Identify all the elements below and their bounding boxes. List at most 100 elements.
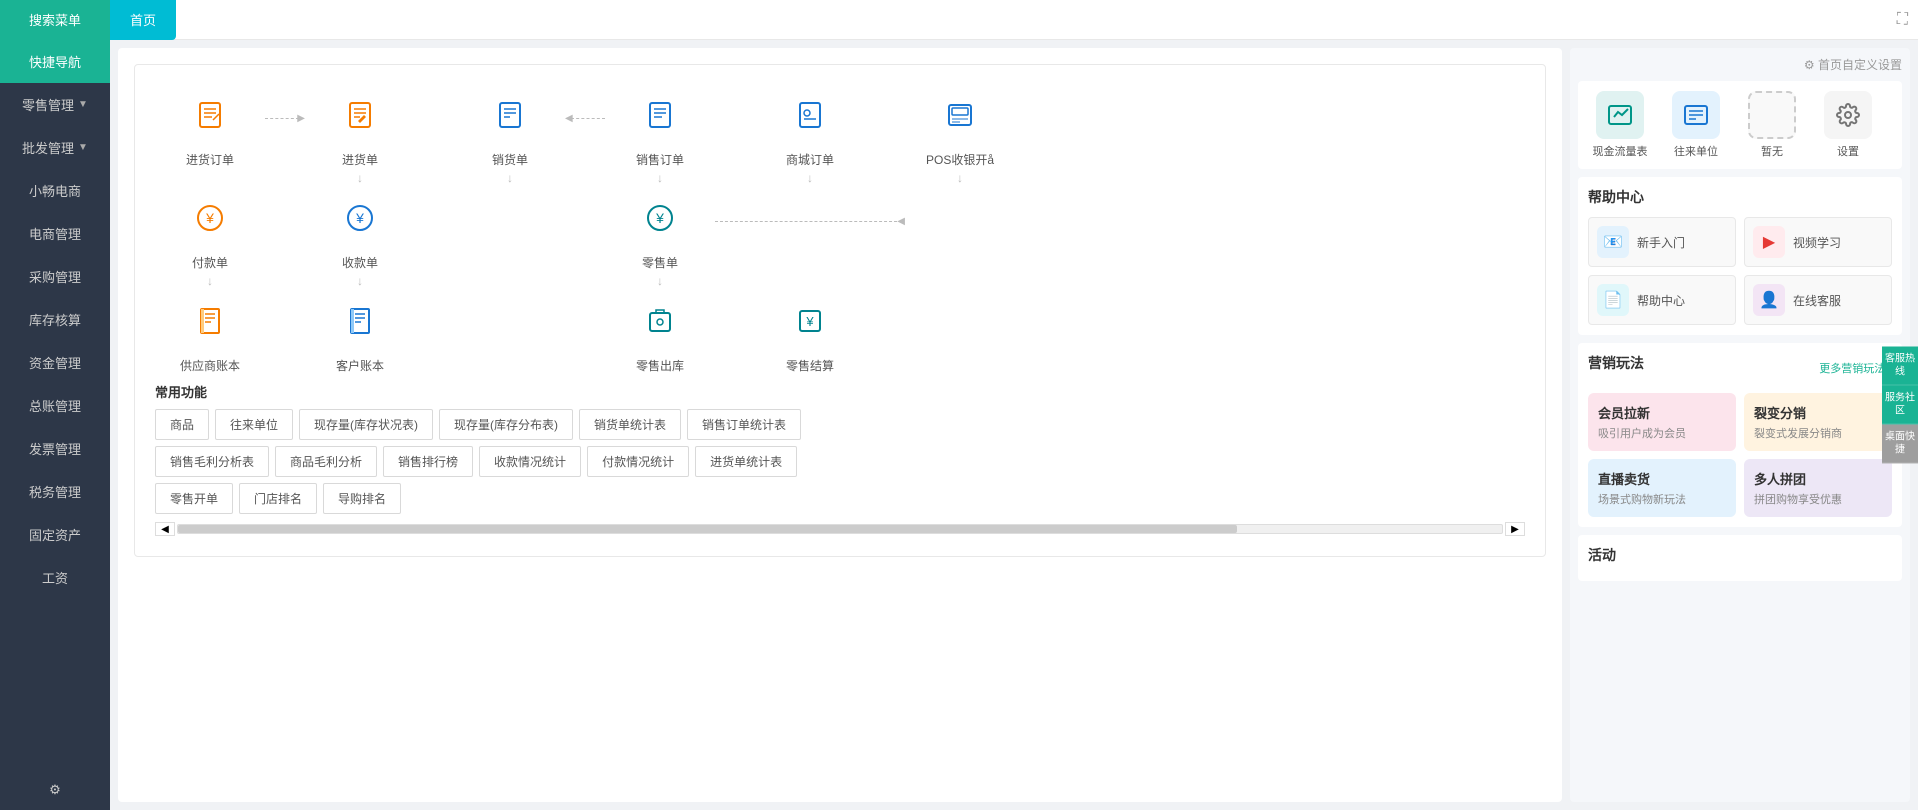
qa-none[interactable]: 暂无 (1740, 91, 1804, 159)
sidebar-item-retail[interactable]: 零售管理 ▼ (0, 83, 110, 126)
help-icon-icon: 📄 (1597, 284, 1629, 316)
sidebar-item-ecommerce-small[interactable]: 小畅电商 (0, 169, 110, 212)
qa-cashflow[interactable]: 现金流量表 (1588, 91, 1652, 159)
func-btn-purchase-stats[interactable]: 进货单统计表 (695, 446, 797, 477)
func-btn-retail-order[interactable]: 零售开单 (155, 483, 233, 514)
func-btn-sales-profit[interactable]: 销售毛利分析表 (155, 446, 269, 477)
quick-access-section: 现金流量表 往来单位 暂无 (1578, 81, 1902, 169)
online-label: 在线客服 (1793, 292, 1841, 309)
func-btn-sales-order-stats[interactable]: 销售订单统计表 (687, 409, 801, 440)
func-btn-inventory-status[interactable]: 现存量(库存状况表) (299, 409, 433, 440)
retail-out-label: 零售出库 (636, 357, 684, 374)
sidebar-item-invoice[interactable]: 发票管理 (0, 427, 110, 470)
mall-order-label: 商城订单 (786, 151, 834, 168)
flow-node-mall-order[interactable]: 商城订单 (755, 85, 865, 168)
marketing-live[interactable]: 直播卖货 场景式购物新玩法 (1588, 459, 1736, 517)
sidebar-settings-button[interactable]: ⚙ (0, 770, 110, 810)
supplier-book-icon (180, 291, 240, 351)
marketing-member[interactable]: 会员拉新 吸引用户成为会员 (1588, 393, 1736, 451)
sidebar: 快捷导航 零售管理 ▼ 批发管理 ▼ 小畅电商 电商管理 采购管理 库存核算 资… (0, 40, 110, 810)
retail-bill-icon: ¥ (630, 188, 690, 248)
sidebar-item-payroll[interactable]: 工资 (0, 556, 110, 599)
func-btn-goods-profit[interactable]: 商品毛利分析 (275, 446, 377, 477)
customer-book-label: 客户账本 (336, 357, 384, 374)
qa-settings[interactable]: 设置 (1816, 91, 1880, 159)
func-btn-receipt-stats[interactable]: 收款情况统计 (479, 446, 581, 477)
mall-order-icon (780, 85, 840, 145)
customize-link[interactable]: ⚙ 首页自定义设置 (1804, 58, 1902, 72)
down-arrow-n5: ↓ (755, 168, 865, 188)
flow-node-sales-order[interactable]: 销售订单 (605, 85, 715, 168)
marketing-group-desc: 拼团购物享受优惠 (1754, 491, 1882, 507)
help-label: 帮助中心 (1637, 292, 1685, 309)
flow-node-payment[interactable]: ¥ 付款单 (155, 188, 265, 271)
flow-node-sales-bill[interactable]: 销货单 (455, 85, 565, 168)
chevron-down-icon: ▼ (78, 99, 88, 110)
marketing-fission[interactable]: 裂变分销 裂变式发展分销商 (1744, 393, 1892, 451)
scroll-track[interactable] (177, 524, 1503, 534)
sidebar-item-inventory[interactable]: 库存核算 (0, 298, 110, 341)
help-item-help[interactable]: 📄 帮助中心 (1588, 275, 1736, 325)
sidebar-item-procurement[interactable]: 采购管理 (0, 255, 110, 298)
flow-node-retail-bill[interactable]: ¥ 零售单 (605, 188, 715, 271)
marketing-group-title: 多人拼团 (1754, 469, 1882, 488)
qa-partners[interactable]: 往来单位 (1664, 91, 1728, 159)
common-func-title: 常用功能 (155, 382, 1525, 401)
quick-access-icons: 现金流量表 往来单位 暂无 (1588, 91, 1892, 159)
sidebar-item-quicknav[interactable]: 快捷导航 (0, 40, 110, 83)
video-label: 视频学习 (1793, 234, 1841, 251)
sales-bill-icon (480, 85, 540, 145)
fullscreen-button[interactable]: ⛶ (1897, 11, 1908, 29)
search-menu-button[interactable]: 搜索菜单 (0, 0, 110, 40)
partners-label: 往来单位 (1674, 143, 1718, 159)
float-btn-community[interactable]: 服务社区 (1882, 386, 1918, 425)
marketing-section: 营销玩法 更多营销玩法 › 会员拉新 吸引用户成为会员 裂变分销 裂变式发展分销… (1578, 343, 1902, 527)
sidebar-item-tax[interactable]: 税务管理 (0, 470, 110, 513)
flow-node-pos[interactable]: POS收银开å (905, 85, 1015, 168)
float-btn-shortcut[interactable]: 桌面快捷 (1882, 425, 1918, 464)
help-item-video[interactable]: ▶ 视频学习 (1744, 217, 1892, 267)
flow-node-customer-book[interactable]: 客户账本 (305, 291, 415, 374)
flow-node-retail-out[interactable]: 零售出库 (605, 291, 715, 374)
scroll-thumb (178, 525, 1237, 533)
down-arrow-n4: ↓ (605, 168, 715, 188)
func-btn-inventory-dist[interactable]: 现存量(库存分布表) (439, 409, 573, 440)
purchase-bill-label: 进货单 (342, 151, 378, 168)
sidebar-item-ecommerce-mgmt[interactable]: 电商管理 (0, 212, 110, 255)
sidebar-item-assets[interactable]: 固定资产 (0, 513, 110, 556)
float-btn-service[interactable]: 客服热线 (1882, 347, 1918, 386)
func-btn-sales-stats[interactable]: 销货单统计表 (579, 409, 681, 440)
sidebar-item-funds[interactable]: 资金管理 (0, 341, 110, 384)
func-btn-goods[interactable]: 商品 (155, 409, 209, 440)
flow-node-supplier-book[interactable]: 供应商账本 (155, 291, 265, 374)
flow-node-receipt[interactable]: ¥ 收款单 (305, 188, 415, 271)
help-item-online[interactable]: 👤 在线客服 (1744, 275, 1892, 325)
func-btn-sales-rank[interactable]: 销售排行榜 (383, 446, 473, 477)
activity-title: 活动 (1588, 545, 1892, 565)
home-tab[interactable]: 首页 (110, 0, 176, 40)
sidebar-item-wholesale[interactable]: 批发管理 ▼ (0, 126, 110, 169)
marketing-group[interactable]: 多人拼团 拼团购物享受优惠 (1744, 459, 1892, 517)
scroll-left-button[interactable]: ◀ (155, 522, 175, 536)
retail-out-icon (630, 291, 690, 351)
sales-bill-label: 销货单 (492, 151, 528, 168)
func-btn-partners[interactable]: 往来单位 (215, 409, 293, 440)
marketing-fission-title: 裂变分销 (1754, 403, 1882, 422)
flow-node-purchase-bill[interactable]: 进货单 (305, 85, 415, 168)
down-arrow-n3: ↓ (455, 168, 565, 188)
func-btn-guide-rank[interactable]: 导购排名 (323, 483, 401, 514)
func-btn-store-rank[interactable]: 门店排名 (239, 483, 317, 514)
help-item-beginner[interactable]: 📧 新手入门 (1588, 217, 1736, 267)
func-btn-payment-stats[interactable]: 付款情况统计 (587, 446, 689, 477)
scroll-right-button[interactable]: ▶ (1505, 522, 1525, 536)
flow-node-purchase-order[interactable]: 进货订单 (155, 85, 265, 168)
svg-text:¥: ¥ (655, 210, 664, 226)
marketing-live-title: 直播卖货 (1598, 469, 1726, 488)
flow-node-retail-settle[interactable]: ¥ 零售结算 (755, 291, 865, 374)
settings-label: 设置 (1837, 143, 1859, 159)
func-buttons-row3: 零售开单 门店排名 导购排名 (155, 483, 1525, 514)
marketing-fission-desc: 裂变式发展分销商 (1754, 425, 1882, 441)
help-center-title: 帮助中心 (1588, 187, 1892, 207)
payment-label: 付款单 (192, 254, 228, 271)
sidebar-item-ledger[interactable]: 总账管理 (0, 384, 110, 427)
